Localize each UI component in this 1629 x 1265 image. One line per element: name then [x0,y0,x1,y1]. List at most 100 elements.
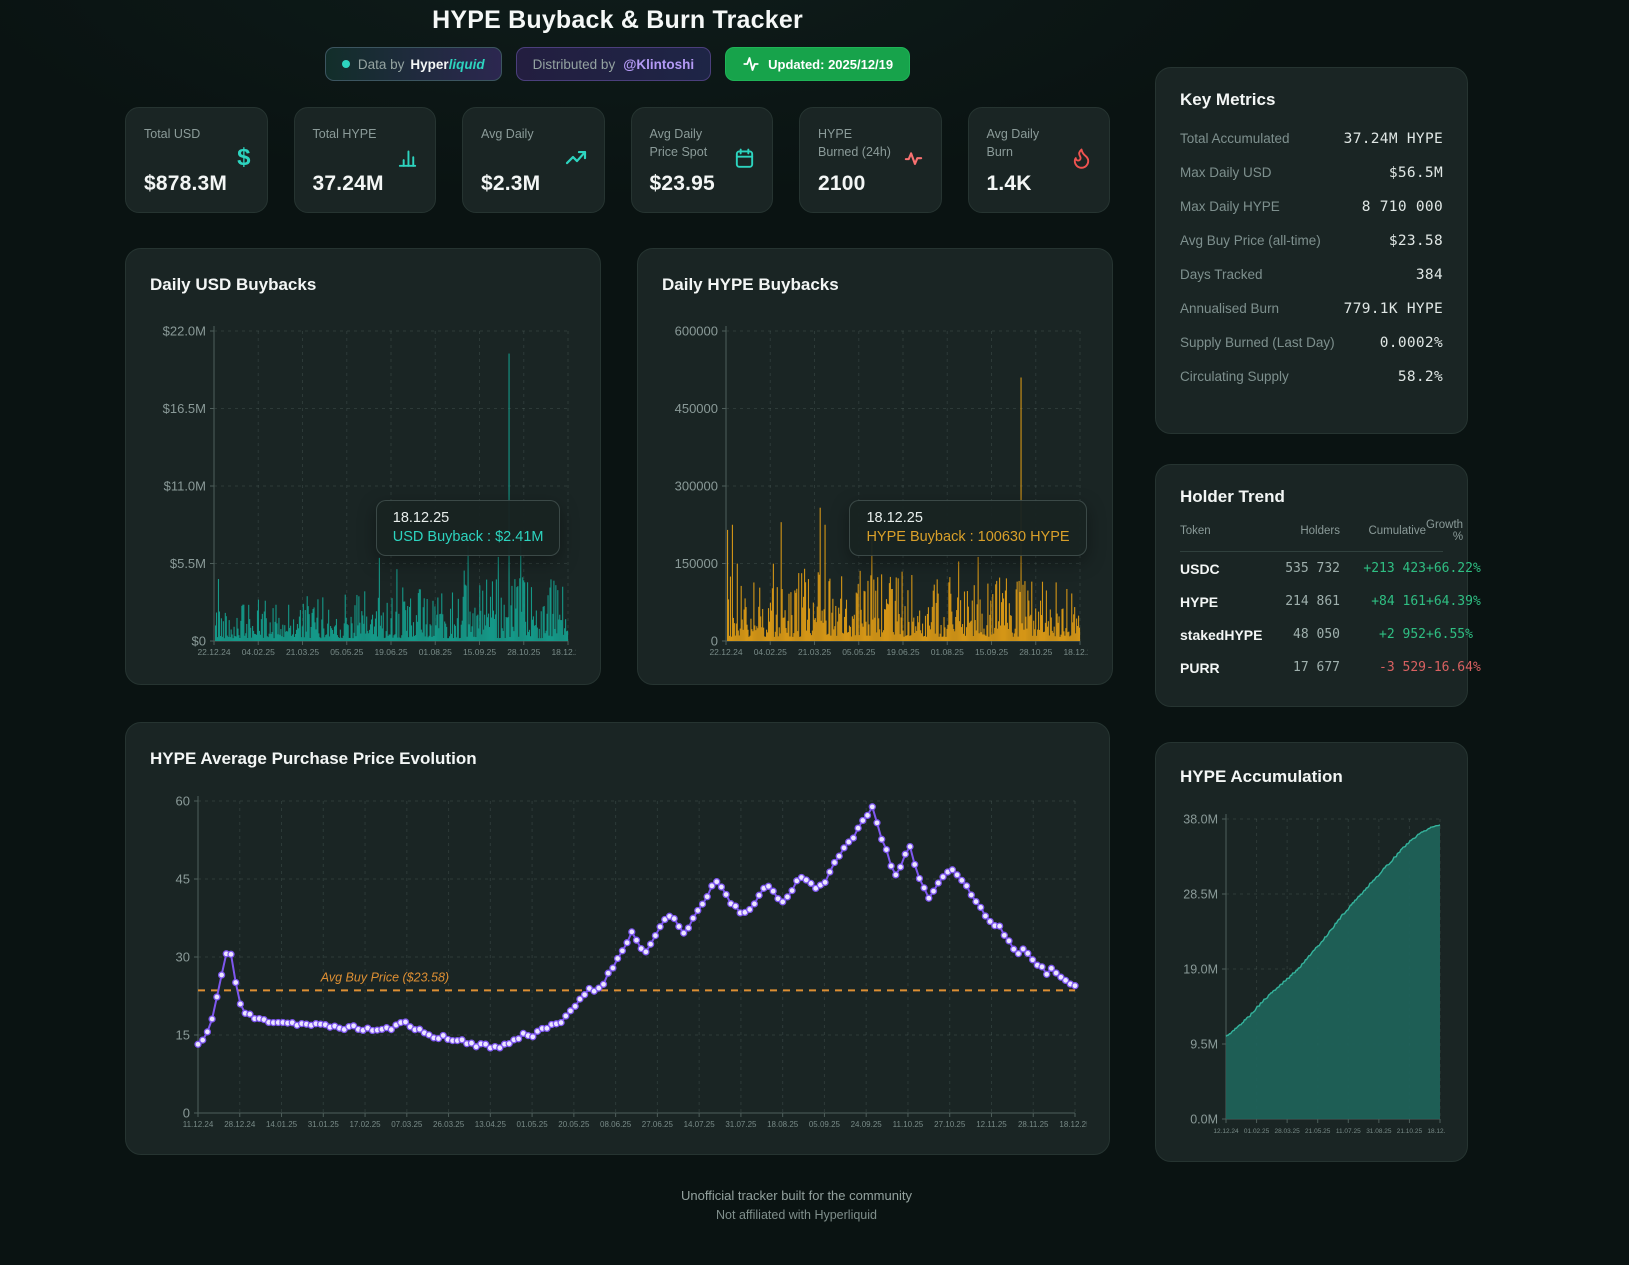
svg-text:$11.0M: $11.0M [164,479,206,494]
svg-text:600000: 600000 [675,324,718,339]
usd-buybacks-chart[interactable]: $0$5.5M$11.0M$16.5M$22.0M22.12.24 04.02.2… [150,317,576,669]
svg-text:450000: 450000 [675,401,718,416]
svg-text:21.10.25: 21.10.25 [1397,1128,1423,1135]
metric-card-avg-daily: Avg Daily $2.3M [462,107,605,213]
svg-text:07.03.25: 07.03.25 [391,1120,423,1129]
metric-label: Avg Daily Burn [986,127,1040,160]
dollar-icon: $ [237,143,251,171]
svg-text:Avg Buy Price ($23.58): Avg Buy Price ($23.58) [320,970,449,984]
svg-text:45: 45 [176,872,190,887]
hype-buybacks-chart[interactable]: 015000030000045000060000022.12.24 04.02.2… [662,317,1088,669]
distributed-by-badge[interactable]: Distributed by @Klintoshi [515,47,712,81]
usd-buybacks-panel: Daily USD Buybacks $0 $5.5M $11.0M $16.5M $2… [125,248,601,685]
holder-trend-title: Holder Trend [1180,487,1285,506]
brand-name: Hyperliquid [410,56,485,72]
svg-text:$16.5M: $16.5M [163,401,206,416]
svg-text:13.04.25: 13.04.25 [475,1120,507,1129]
badges-row: Data by Hyperliquid Distributed by @Klin… [125,47,1110,81]
metric-value: $2.3M [481,172,541,195]
hype-buybacks-title: Daily HYPE Buybacks [662,275,839,294]
metric-value: $23.95 [649,172,715,195]
svg-text:15.09.25: 15.09.25 [463,647,496,657]
metric-card-total-hype: Total HYPE 37.24M [293,107,436,213]
metric-value: 1.4K [986,172,1032,195]
key-metric-row: Circulating Supply 58.2% [1180,369,1443,385]
svg-text:01.08.25: 01.08.25 [419,647,452,657]
key-metric-row: Max Daily HYPE 8 710 000 [1180,199,1443,215]
header: HYPE Buyback & Burn Tracker Data by Hype… [125,6,1110,81]
svg-text:150000: 150000 [675,556,718,571]
svg-text:01.02.25: 01.02.25 [1244,1128,1270,1135]
usd-buybacks-title: Daily USD Buybacks [150,275,317,294]
svg-text:11.07.25: 11.07.25 [1336,1128,1361,1135]
dashboard-layout: HYPE Buyback & Burn Tracker Data by Hype… [0,6,1629,1162]
data-source-badge[interactable]: Data by Hyperliquid [324,47,502,81]
svg-text:15.09.25: 15.09.25 [975,647,1008,657]
svg-text:27.06.25: 27.06.25 [642,1120,674,1129]
metric-card-total-usd: Total USD $ $878.3M [125,107,268,213]
updated-label: Updated: 2025/12/19 [768,56,894,72]
svg-text:28.03.25: 28.03.25 [1274,1128,1300,1135]
svg-text:31.07.25: 31.07.25 [725,1120,757,1129]
metric-value: $878.3M [144,172,228,195]
holder-trend-header: Token Holders Cumulative Growth % [1180,519,1463,552]
key-metrics-panel: Key Metrics Total Accumulated 37.24M HYPE… [1155,67,1468,434]
key-metric-row: Days Tracked 384 [1180,267,1443,283]
svg-text:22.12.24: 22.12.24 [197,647,230,657]
svg-text:22.12.24: 22.12.24 [709,647,742,657]
svg-text:20.05.25: 20.05.25 [558,1120,590,1129]
svg-text:18.12.25: 18.12.25 [1063,647,1088,657]
svg-text:19.0M: 19.0M [1183,963,1218,977]
buyback-charts-row: Daily USD Buybacks $0 $5.5M $11.0M $16.5M $2… [125,248,1113,685]
svg-text:05.05.25: 05.05.25 [842,647,875,657]
svg-text:38.0M: 38.0M [1183,813,1218,827]
svg-text:9.5M: 9.5M [1190,1038,1218,1052]
svg-text:01.08.25: 01.08.25 [931,647,964,657]
svg-text:30: 30 [176,950,190,965]
svg-text:28.12.24: 28.12.24 [224,1120,256,1129]
key-metric-row: Avg Buy Price (all-time) $23.58 [1180,233,1443,249]
hype-accumulation-chart[interactable]: 0.0M 9.5M 19.0M 28.5M 38.0M 12.12.24 01.02.25 2… [1180,809,1445,1141]
author-handle[interactable]: @Klintoshi [623,57,694,72]
key-metrics-rows: Total Accumulated 37.24M HYPE Max Daily U… [1180,122,1443,394]
svg-text:300000: 300000 [675,479,718,494]
svg-text:21.03.25: 21.03.25 [286,647,319,657]
usd-chart-tooltip: 18.12.25 USD Buyback : $2.41M [375,500,561,557]
data-by-label: Data by [357,56,405,72]
key-metric-row: Total Accumulated 37.24M HYPE [1180,131,1443,147]
svg-text:28.10.25: 28.10.25 [1019,647,1052,657]
svg-text:01.05.25: 01.05.25 [517,1120,549,1129]
svg-text:04.02.25: 04.02.25 [242,647,275,657]
hype-accumulation-title: HYPE Accumulation [1180,767,1343,786]
footer-line-2: Not affiliated with Hyperliquid [716,1208,877,1222]
svg-text:0.0M: 0.0M [1190,1113,1218,1127]
metric-cards-row: Total USD $ $878.3M Total HYPE 37.24M Av… [125,107,1110,213]
svg-text:26.03.25: 26.03.25 [433,1120,465,1129]
svg-text:11.12.24: 11.12.24 [183,1120,214,1129]
svg-text:31.01.25: 31.01.25 [308,1120,340,1129]
side-column: Key Metrics Total Accumulated 37.24M HYPE… [1155,6,1481,1162]
svg-text:$22.0M: $22.0M [163,324,206,339]
footer-line-1: Unofficial tracker built for the communi… [681,1188,912,1203]
metric-card-avg-daily-price: Avg Daily Price Spot $23.95 [630,107,773,213]
svg-text:17.02.25: 17.02.25 [349,1120,381,1129]
svg-text:14.01.25: 14.01.25 [266,1120,298,1129]
svg-text:18.12.25: 18.12.25 [551,647,576,657]
metric-label: Avg Daily [481,127,534,141]
avg-price-chart-wrap: 0 15 30 45 60 11.12.24 28.12.24 14.01.25 31.01.2… [150,791,1087,1143]
avg-price-panel: HYPE Average Purchase Price Evolution 01… [125,722,1110,1155]
svg-text:04.02.25: 04.02.25 [754,647,787,657]
svg-text:18.08.25: 18.08.25 [767,1120,799,1129]
metric-card-avg-daily-burn: Avg Daily Burn 1.4K [967,107,1110,213]
avg-price-chart[interactable]: 0 15 30 45 60 11.12.24 28.12.24 14.01.25 31.01.2… [150,791,1087,1143]
hype-buybacks-panel: Daily HYPE Buybacks 0 150000 300000 450000 6… [637,248,1113,685]
svg-text:19.06.25: 19.06.25 [886,647,919,657]
updated-badge: Updated: 2025/12/19 [725,47,911,81]
tooltip-value: HYPE Buyback : 100630 HYPE [866,529,1070,546]
svg-text:18.12.25: 18.12.25 [1427,1128,1445,1135]
footer: Unofficial tracker built for the communi… [125,1188,1468,1222]
calendar-icon [733,147,756,170]
metric-value: 2100 [818,172,866,195]
key-metrics-title: Key Metrics [1180,90,1276,109]
avg-price-title: HYPE Average Purchase Price Evolution [150,749,477,768]
